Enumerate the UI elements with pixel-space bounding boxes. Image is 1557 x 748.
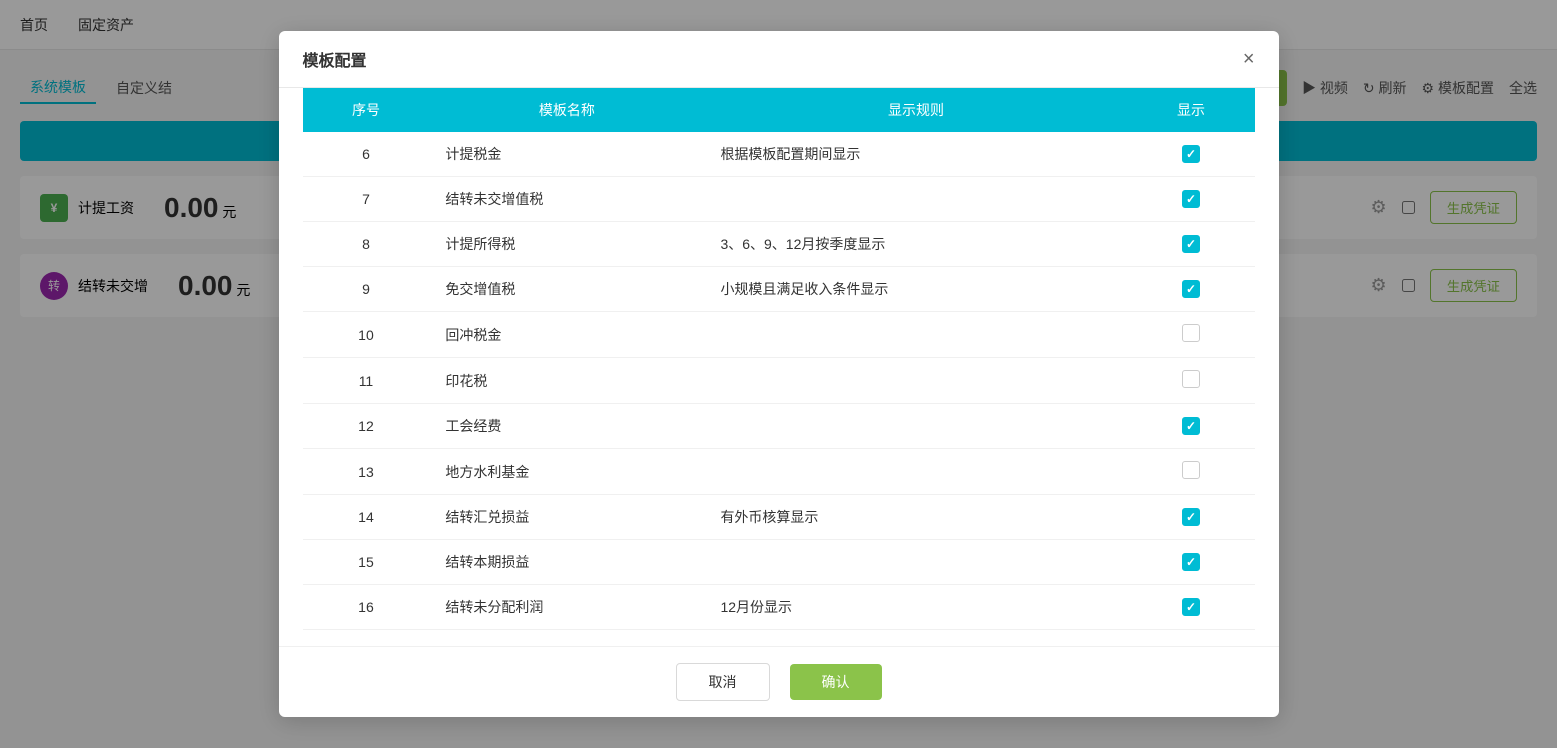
cell-checkbox [1128,177,1255,222]
checkbox-9[interactable] [1182,280,1200,298]
cell-checkbox [1128,495,1255,540]
cell-rule: 3、6、9、12月按季度显示 [704,222,1127,267]
table-row: 7结转未交增值税 [303,177,1255,222]
col-header-name: 模板名称 [429,88,704,132]
cell-rule: 根据模板配置期间显示 [704,132,1127,177]
table-header: 序号 模板名称 显示规则 显示 [303,88,1255,132]
cell-id: 12 [303,404,430,449]
cell-id: 11 [303,358,430,404]
checkbox-12[interactable] [1182,417,1200,435]
cell-rule: 有外币核算显示 [704,495,1127,540]
cell-rule [704,177,1127,222]
cell-id: 13 [303,449,430,495]
cell-rule: 小规模且满足收入条件显示 [704,267,1127,312]
cell-name: 计提税金 [429,132,704,177]
table-row: 16结转未分配利润12月份显示 [303,585,1255,630]
cell-name: 结转未分配利润 [429,585,704,630]
cell-name: 结转本期损益 [429,540,704,585]
table-row: 10回冲税金 [303,312,1255,358]
table-row: 11印花税 [303,358,1255,404]
modal-header: 模板配置 × [279,31,1279,88]
cell-name: 结转汇兑损益 [429,495,704,540]
cell-checkbox [1128,404,1255,449]
table-row: 6计提税金根据模板配置期间显示 [303,132,1255,177]
cell-checkbox [1128,132,1255,177]
cell-checkbox [1128,358,1255,404]
cell-rule [704,404,1127,449]
cell-checkbox [1128,540,1255,585]
cell-rule [704,312,1127,358]
config-table: 序号 模板名称 显示规则 显示 6计提税金根据模板配置期间显示7结转未交增值税8… [303,88,1255,630]
table-body: 6计提税金根据模板配置期间显示7结转未交增值税8计提所得税3、6、9、12月按季… [303,132,1255,630]
col-header-rule: 显示规则 [704,88,1127,132]
checkbox-15[interactable] [1182,553,1200,571]
col-header-id: 序号 [303,88,430,132]
cell-id: 14 [303,495,430,540]
cell-name: 印花税 [429,358,704,404]
modal-template-config: 模板配置 × 序号 模板名称 显示规则 显示 6计提税金根据模板配置期间显示7结… [279,31,1279,717]
table-row: 13地方水利基金 [303,449,1255,495]
checkbox-10[interactable] [1182,324,1200,342]
checkbox-11[interactable] [1182,370,1200,388]
cell-checkbox [1128,222,1255,267]
cell-name: 工会经费 [429,404,704,449]
cell-checkbox [1128,585,1255,630]
cell-checkbox [1128,267,1255,312]
table-row: 12工会经费 [303,404,1255,449]
table-row: 8计提所得税3、6、9、12月按季度显示 [303,222,1255,267]
table-row: 9免交增值税小规模且满足收入条件显示 [303,267,1255,312]
table-row: 15结转本期损益 [303,540,1255,585]
cell-id: 8 [303,222,430,267]
cell-id: 16 [303,585,430,630]
checkbox-16[interactable] [1182,598,1200,616]
cell-rule: 12月份显示 [704,585,1127,630]
confirm-button[interactable]: 确认 [790,664,882,700]
checkbox-6[interactable] [1182,145,1200,163]
cell-name: 回冲税金 [429,312,704,358]
cell-rule [704,449,1127,495]
checkbox-7[interactable] [1182,190,1200,208]
modal-body: 序号 模板名称 显示规则 显示 6计提税金根据模板配置期间显示7结转未交增值税8… [279,88,1279,646]
cancel-button[interactable]: 取消 [676,663,770,701]
modal-overlay: 模板配置 × 序号 模板名称 显示规则 显示 6计提税金根据模板配置期间显示7结… [0,0,1557,748]
modal-title: 模板配置 [303,47,367,71]
cell-name: 计提所得税 [429,222,704,267]
table-row: 14结转汇兑损益有外币核算显示 [303,495,1255,540]
cell-rule [704,358,1127,404]
modal-close-button[interactable]: × [1243,49,1255,69]
cell-name: 结转未交增值税 [429,177,704,222]
cell-checkbox [1128,312,1255,358]
col-header-show: 显示 [1128,88,1255,132]
checkbox-13[interactable] [1182,461,1200,479]
cell-checkbox [1128,449,1255,495]
checkbox-14[interactable] [1182,508,1200,526]
cell-id: 7 [303,177,430,222]
modal-footer: 取消 确认 [279,646,1279,717]
checkbox-8[interactable] [1182,235,1200,253]
cell-id: 15 [303,540,430,585]
cell-name: 免交增值税 [429,267,704,312]
cell-id: 9 [303,267,430,312]
cell-id: 6 [303,132,430,177]
cell-rule [704,540,1127,585]
cell-name: 地方水利基金 [429,449,704,495]
cell-id: 10 [303,312,430,358]
